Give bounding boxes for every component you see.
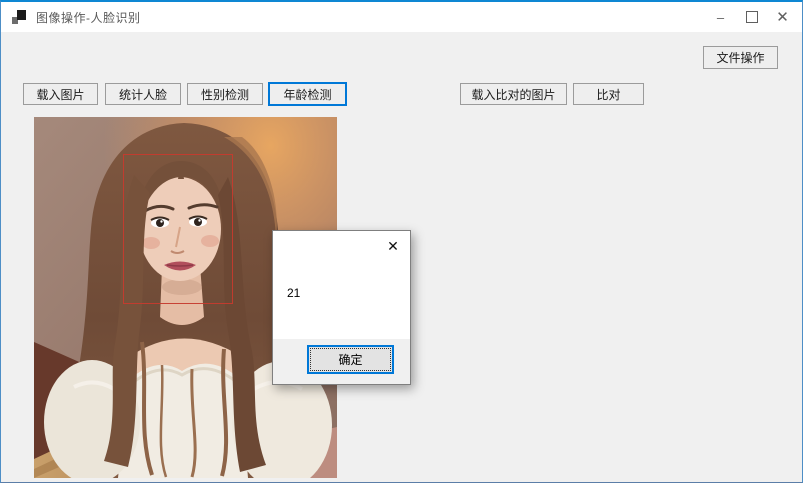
load-compare-image-button[interactable]: 载入比对的图片 [460, 83, 567, 105]
close-icon[interactable]: ✕ [767, 2, 798, 32]
count-faces-button[interactable]: 统计人脸 [105, 83, 181, 105]
window-title: 图像操作-人脸识别 [36, 10, 141, 25]
app-icon [12, 10, 27, 24]
face-detection-box [123, 154, 233, 304]
dialog-close-icon[interactable]: ✕ [383, 236, 403, 256]
maximize-icon[interactable] [736, 2, 767, 32]
dialog-result-text: 21 [287, 286, 301, 300]
result-dialog: ✕ 21 确定 [272, 230, 411, 385]
load-image-button[interactable]: 载入图片 [23, 83, 98, 105]
ok-button[interactable]: 确定 [307, 345, 394, 374]
titlebar: 图像操作-人脸识别 – ✕ [1, 2, 802, 32]
age-detect-button[interactable]: 年龄检测 [268, 82, 347, 106]
maximize-box-glyph [745, 11, 758, 23]
file-operations-button[interactable]: 文件操作 [703, 46, 778, 69]
compare-button[interactable]: 比对 [573, 83, 644, 105]
app-window: 图像操作-人脸识别 – ✕ 文件操作 载入图片 统计人脸 性别检测 年龄检测 载… [0, 0, 803, 483]
gender-detect-button[interactable]: 性别检测 [187, 83, 263, 105]
minimize-icon[interactable]: – [705, 2, 736, 32]
